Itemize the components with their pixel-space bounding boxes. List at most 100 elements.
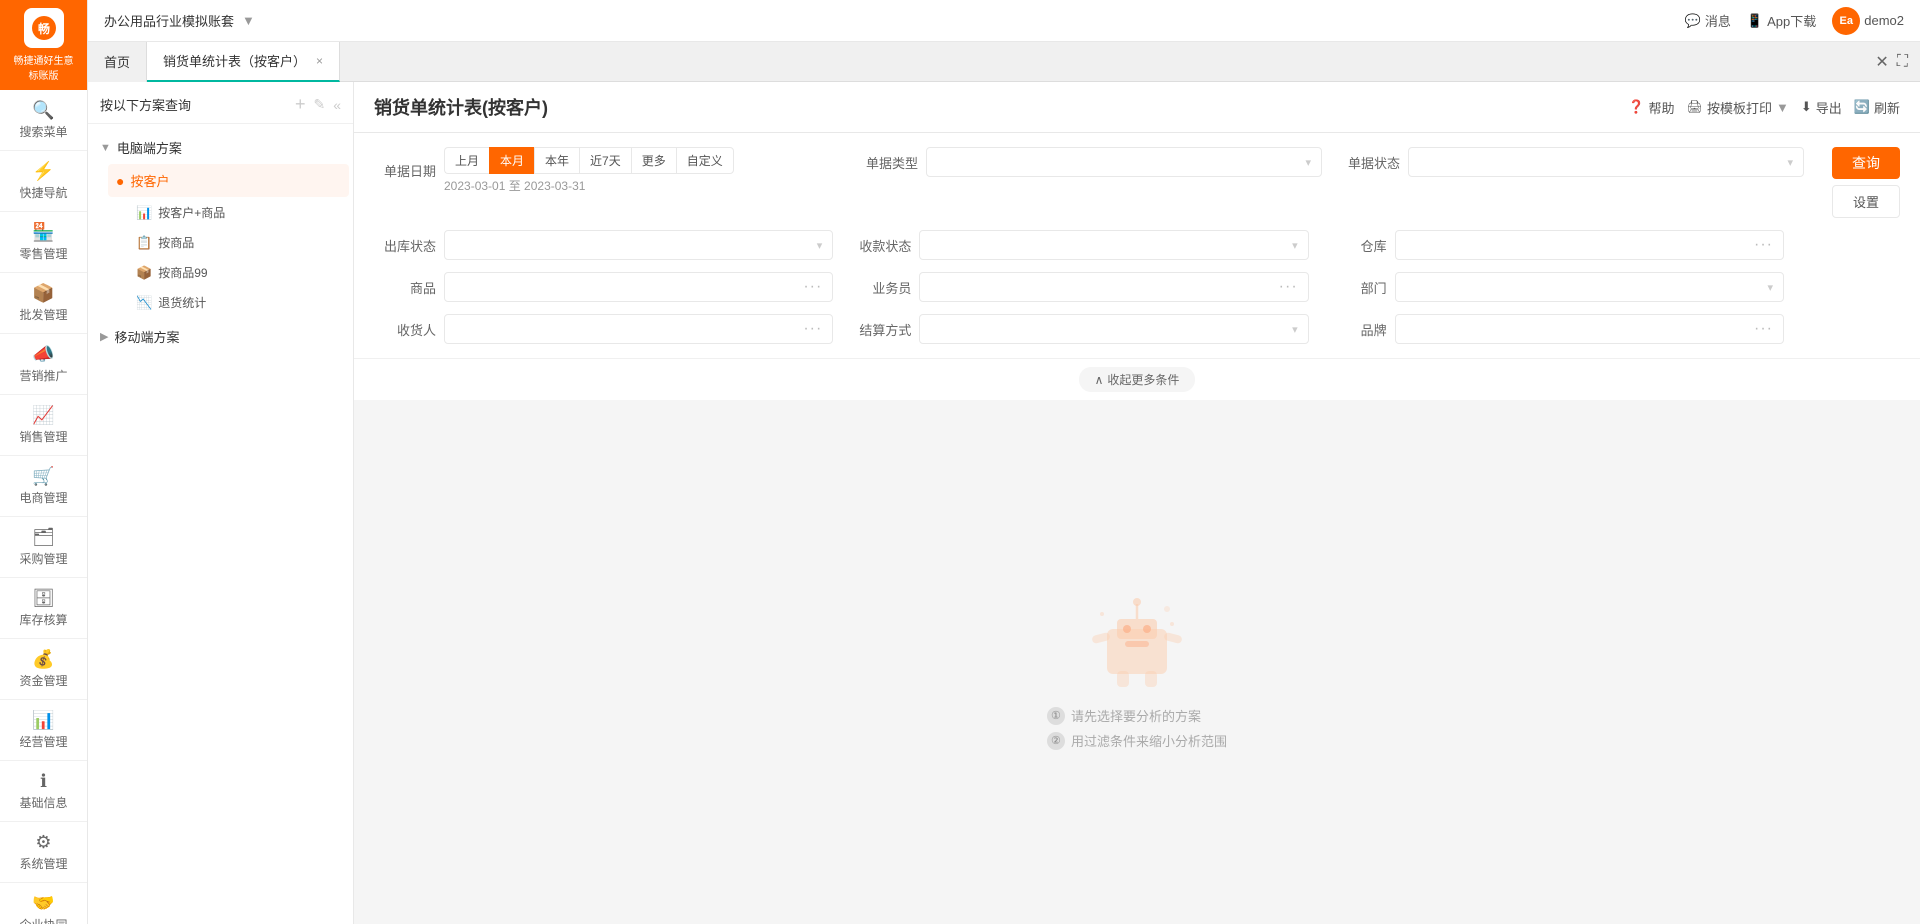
doc-status-select[interactable]: ▾ xyxy=(1408,147,1804,177)
logo-sub-text: 标账版 xyxy=(29,67,59,82)
quick-nav-icon: ⚡ xyxy=(32,161,54,182)
svg-text:畅: 畅 xyxy=(37,21,49,36)
action-buttons: 查询 设置 xyxy=(1832,147,1900,218)
sidebar-item-label: 销售管理 xyxy=(19,428,67,445)
date-filter-cell: 单据日期 上月 本月 本年 近7天 更多 自定义 20 xyxy=(374,147,840,194)
sidebar-item-marketing[interactable]: 📣 营销推广 xyxy=(0,334,87,395)
mobile-section-arrow: ▶ xyxy=(100,330,108,343)
sidebar-item-wholesale-mgmt[interactable]: 📦 批发管理 xyxy=(0,273,87,334)
sidebar-item-label: 企业协同 xyxy=(19,916,67,924)
empty-tips: ① 请先选择要分析的方案 ② 用过滤条件来缩小分析范围 xyxy=(1047,706,1227,750)
sidebar-item-enterprise-collab[interactable]: 🤝 企业协同 xyxy=(0,883,87,924)
collapse-btn[interactable]: ∧ 收起更多条件 xyxy=(1079,367,1196,392)
edit-scheme-btn[interactable]: ✎ xyxy=(313,96,325,113)
query-button[interactable]: 查询 xyxy=(1832,147,1900,179)
tip-num-1: ① xyxy=(1047,707,1065,725)
tab-close-icon[interactable]: × xyxy=(316,54,323,68)
tab-home[interactable]: 首页 xyxy=(88,42,147,82)
system-icon: ⚙ xyxy=(35,832,51,853)
date-picker: 上月 本月 本年 近7天 更多 自定义 2023-03-01 至 2023-03… xyxy=(444,147,734,194)
user-menu[interactable]: Ea demo2 xyxy=(1832,7,1904,35)
sidebar-item-basic-info[interactable]: ℹ 基础信息 xyxy=(0,761,87,822)
goods-select[interactable]: ··· xyxy=(444,272,833,302)
settings-button[interactable]: 设置 xyxy=(1832,185,1900,218)
date-btn-custom[interactable]: 自定义 xyxy=(676,147,734,174)
print-dropdown-icon[interactable]: ▼ xyxy=(1776,100,1789,115)
receiver-select[interactable]: ··· xyxy=(444,314,833,344)
panel-header: 按以下方案查询 + ✎ « xyxy=(88,94,353,124)
scheme-item-by-customer[interactable]: ● 按客户 xyxy=(108,164,349,197)
warehouse-select[interactable]: ··· xyxy=(1395,230,1784,260)
mobile-section-title[interactable]: ▶ 移动端方案 xyxy=(88,321,353,352)
print-btn[interactable]: 🖨 按模板打印 ▼ xyxy=(1686,98,1788,117)
sidebar-item-finance-mgmt[interactable]: 💰 资金管理 xyxy=(0,639,87,700)
receipt-status-select[interactable]: ▾ xyxy=(919,230,1308,260)
scheme-item-label: 按客户 xyxy=(130,171,169,190)
empty-tip-1-text: 请先选择要分析的方案 xyxy=(1071,706,1201,725)
add-scheme-btn[interactable]: + xyxy=(295,94,306,115)
sidebar: 畅 畅捷通好生意 标账版 🔍 搜索菜单 ⚡ 快捷导航 🏪 零售管理 📦 批发管理… xyxy=(0,0,88,924)
date-btn-this-year[interactable]: 本年 xyxy=(534,147,579,174)
filter-row-1: 单据日期 上月 本月 本年 近7天 更多 自定义 20 xyxy=(374,147,1900,218)
desktop-section-title[interactable]: ▼ 电脑端方案 xyxy=(88,132,353,163)
sidebar-item-quick-nav[interactable]: ⚡ 快捷导航 xyxy=(0,151,87,212)
brand-dots: ··· xyxy=(1754,320,1773,338)
sidebar-item-label: 基础信息 xyxy=(19,794,67,811)
sidebar-item-label: 搜索菜单 xyxy=(19,123,67,140)
export-btn[interactable]: ⬇ 导出 xyxy=(1801,98,1842,117)
tab-fullscreen-icon[interactable]: ⛶ xyxy=(1897,53,1908,71)
sidebar-item-label: 快捷导航 xyxy=(19,184,67,201)
collapse-label: 收起更多条件 xyxy=(1107,371,1179,388)
tab-close-window-icon[interactable]: ✕ xyxy=(1875,52,1888,72)
sidebar-item-ops-mgmt[interactable]: 📊 经营管理 xyxy=(0,700,87,761)
brand-cell: 品牌 ··· xyxy=(1325,314,1784,344)
tab-bar: 首页 销货单统计表（按客户） × ✕ ⛶ xyxy=(88,42,1920,82)
mobile-section-label: 移动端方案 xyxy=(114,327,179,346)
industry-dropdown-icon[interactable]: ▼ xyxy=(242,13,255,28)
collapse-panel-btn[interactable]: « xyxy=(333,97,341,113)
page-actions: ❓ 帮助 🖨 按模板打印 ▼ ⬇ 导出 🔄 xyxy=(1628,98,1900,117)
scheme-item-by-goods-99[interactable]: 📦 按商品99 xyxy=(128,258,349,287)
out-status-select[interactable]: ▾ xyxy=(444,230,833,260)
tab-sales-stats[interactable]: 销货单统计表（按客户） × xyxy=(147,42,340,82)
print-icon: 🖨 xyxy=(1686,99,1703,115)
filter-row-3: 商品 ··· 业务员 ··· xyxy=(374,272,1900,302)
date-btn-this-month[interactable]: 本月 xyxy=(489,147,534,174)
dept-select[interactable]: ▾ xyxy=(1395,272,1784,302)
message-btn[interactable]: 💬 消息 xyxy=(1685,11,1731,30)
finance-icon: 💰 xyxy=(32,649,54,670)
sidebar-item-sales-mgmt[interactable]: 📈 销售管理 xyxy=(0,395,87,456)
sidebar-item-purchase-mgmt[interactable]: 🗂 采购管理 xyxy=(0,517,87,578)
basic-info-icon: ℹ xyxy=(40,771,47,792)
scheme-item-by-goods[interactable]: 📋 按商品 xyxy=(128,228,349,257)
help-btn[interactable]: ❓ 帮助 xyxy=(1628,98,1674,117)
date-btn-group: 上月 本月 本年 近7天 更多 自定义 xyxy=(444,147,734,174)
goods-label: 商品 xyxy=(374,278,444,297)
app-download-btn[interactable]: 📱 App下载 xyxy=(1747,11,1816,30)
date-btn-last-7[interactable]: 近7天 xyxy=(579,147,631,174)
sidebar-item-inventory-check[interactable]: 🗄 库存核算 xyxy=(0,578,87,639)
salesperson-select[interactable]: ··· xyxy=(919,272,1308,302)
settlement-select[interactable]: ▾ xyxy=(919,314,1308,344)
date-btn-last-month[interactable]: 上月 xyxy=(444,147,489,174)
app-download-label: App下载 xyxy=(1767,11,1816,30)
salesperson-dots: ··· xyxy=(1279,278,1298,296)
sidebar-item-label: 经营管理 xyxy=(19,733,67,750)
scheme-item-by-customer-goods[interactable]: 📊 按客户+商品 xyxy=(128,198,349,227)
sidebar-item-system-mgmt[interactable]: ⚙ 系统管理 xyxy=(0,822,87,883)
filter-row-2: 出库状态 ▾ 收款状态 ▾ xyxy=(374,230,1900,260)
sidebar-item-search-menu[interactable]: 🔍 搜索菜单 xyxy=(0,90,87,151)
sidebar-item-ecommerce-mgmt[interactable]: 🛒 电商管理 xyxy=(0,456,87,517)
brand-select[interactable]: ··· xyxy=(1395,314,1784,344)
refresh-btn[interactable]: 🔄 刷新 xyxy=(1854,98,1900,117)
settlement-label: 结算方式 xyxy=(849,320,919,339)
scheme-item-return-stats[interactable]: 📉 退货统计 xyxy=(128,288,349,317)
salesperson-label: 业务员 xyxy=(849,278,919,297)
date-btn-more[interactable]: 更多 xyxy=(631,147,676,174)
doc-type-select[interactable]: ▾ xyxy=(926,147,1322,177)
desktop-scheme-items: ● 按客户 📊 按客户+商品 📋 按商品 📦 xyxy=(88,164,353,317)
scheme-item-label: 按商品99 xyxy=(158,264,207,281)
sidebar-item-retail-mgmt[interactable]: 🏪 零售管理 xyxy=(0,212,87,273)
receipt-status-label: 收款状态 xyxy=(849,236,919,255)
empty-tip-2: ② 用过滤条件来缩小分析范围 xyxy=(1047,731,1227,750)
